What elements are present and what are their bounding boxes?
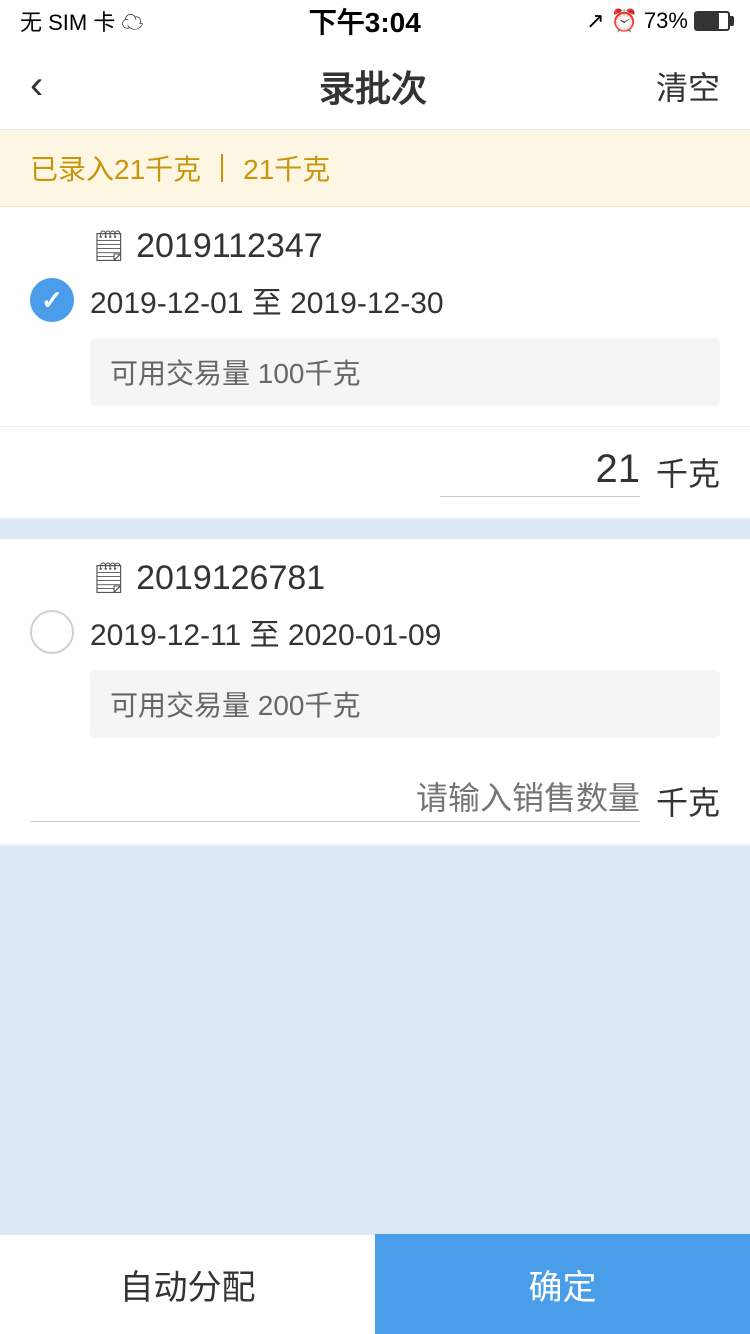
qty-input-2[interactable] [220, 780, 640, 817]
sim-label: 无 SIM 卡 ☁ [20, 5, 143, 37]
batch-id-2: 2019126781 [136, 559, 325, 598]
batch-id-1: 2019112347 [136, 227, 323, 266]
amount-row-1: 21 千克 [0, 426, 750, 517]
batch-date-1: 2019-12-01 至 2019-12-30 [90, 278, 444, 322]
batch-id-row-2: 🗒 2019126781 [30, 559, 720, 598]
amount-line-1 [440, 496, 640, 497]
status-right: ↗ ⏰ 73% [586, 8, 730, 34]
confirm-button[interactable]: 确定 [375, 1234, 750, 1334]
battery-label: 73% [644, 8, 688, 34]
clear-button[interactable]: 清空 [656, 63, 720, 109]
radio-2[interactable] [30, 610, 74, 654]
empty-area [0, 846, 750, 1296]
battery-icon [694, 11, 730, 31]
section-divider [0, 519, 750, 539]
amount-unit-1: 千克 [656, 449, 720, 495]
unit-label-2: 千克 [656, 778, 720, 824]
qty-input-container [30, 780, 640, 822]
amount-input-area-1: 21 [440, 447, 640, 497]
info-value: 21千克 [243, 148, 330, 188]
batch-icon-1: 🗒 [90, 229, 128, 264]
batch-date-row-2: 2019-12-11 至 2020-01-09 [30, 610, 720, 654]
back-button[interactable]: ‹ [30, 63, 90, 108]
input-row-2: 千克 [0, 758, 750, 844]
batch-icon-2: 🗒 [90, 561, 128, 596]
status-bar: 无 SIM 卡 ☁ 下午3:04 ↗ ⏰ 73% [0, 0, 750, 42]
status-left: 无 SIM 卡 ☁ [20, 5, 143, 37]
status-time: 下午3:04 [309, 1, 421, 41]
page-title: 录批次 [319, 60, 427, 112]
info-divider [221, 154, 223, 182]
info-banner: 已录入21千克 21千克 [0, 130, 750, 207]
nav-bar: ‹ 录批次 清空 [0, 42, 750, 130]
info-recorded-label: 已录入21千克 [30, 148, 201, 188]
batch-date-row-1: 2019-12-01 至 2019-12-30 [30, 278, 720, 322]
bottom-bar: 自动分配 确定 [0, 1234, 750, 1334]
alarm-icon: ⏰ [611, 8, 638, 34]
batch-date-2: 2019-12-11 至 2020-01-09 [90, 610, 441, 654]
qty-line-2 [30, 821, 640, 822]
radio-1[interactable] [30, 278, 74, 322]
amount-value-1: 21 [595, 447, 640, 492]
location-icon: ↗ [586, 8, 604, 34]
batch-id-row-1: 🗒 2019112347 [30, 227, 720, 266]
batch-qty-2: 可用交易量 200千克 [90, 670, 720, 738]
auto-distribute-button[interactable]: 自动分配 [0, 1234, 375, 1334]
batch-card-1[interactable]: 🗒 2019112347 2019-12-01 至 2019-12-30 可用交… [0, 207, 750, 517]
batch-card-2[interactable]: 🗒 2019126781 2019-12-11 至 2020-01-09 可用交… [0, 539, 750, 844]
batch-qty-1: 可用交易量 100千克 [90, 338, 720, 406]
